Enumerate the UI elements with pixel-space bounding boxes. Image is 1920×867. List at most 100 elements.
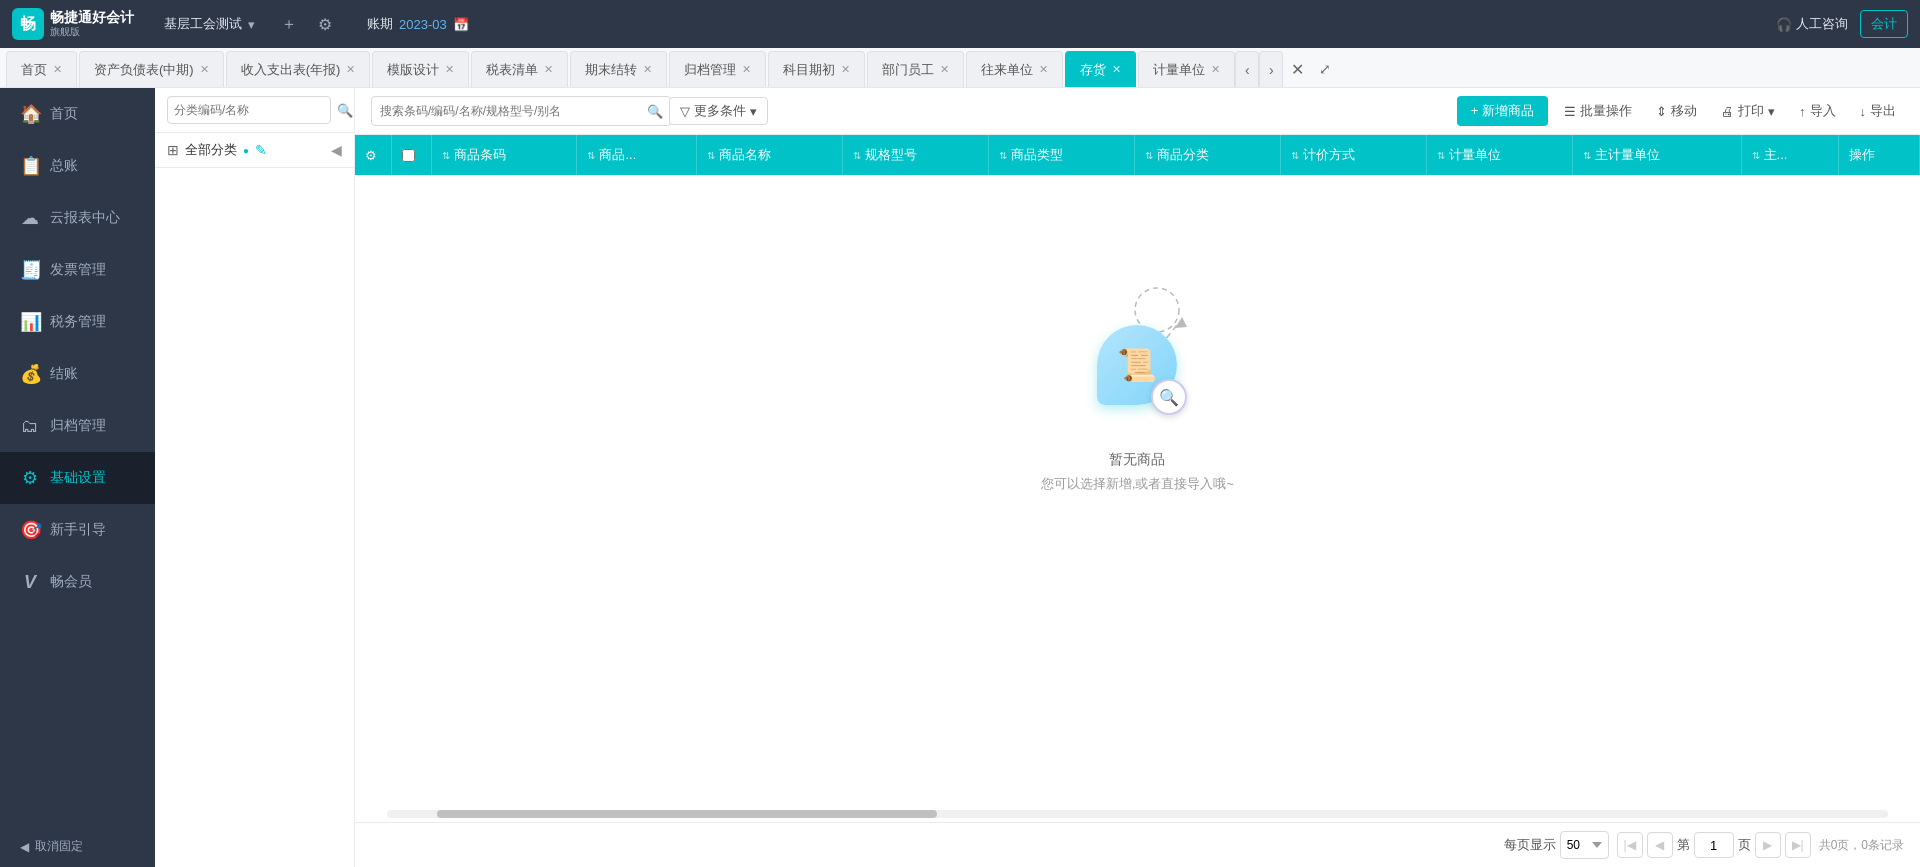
calendar-icon[interactable]: 📅: [453, 17, 469, 32]
th-main-abbr[interactable]: ⇅主...: [1741, 135, 1839, 175]
sidebar-label-basic-settings: 基础设置: [50, 469, 106, 487]
settings-icon[interactable]: ⚙: [311, 10, 339, 38]
th-spec[interactable]: ⇅规格型号: [843, 135, 989, 175]
sidebar-label-close-accounts: 结账: [50, 365, 78, 383]
tab-subjects-close[interactable]: ✕: [841, 63, 850, 76]
sidebar-item-ledger[interactable]: 📋 总账: [0, 140, 155, 192]
sidebar-label-vip: 畅会员: [50, 573, 92, 591]
tab-dept[interactable]: 部门员工 ✕: [867, 51, 964, 87]
add-tab-button[interactable]: ＋: [275, 10, 303, 38]
tab-dept-label: 部门员工: [882, 61, 934, 79]
filter-label: 更多条件: [694, 102, 746, 120]
prev-page-button[interactable]: ◀: [1647, 832, 1673, 858]
kuaiji-button[interactable]: 会计: [1860, 10, 1908, 38]
th-code[interactable]: ⇅商品...: [577, 135, 697, 175]
sidebar-item-tax[interactable]: 📊 税务管理: [0, 296, 155, 348]
sidebar-item-vip[interactable]: V 畅会员: [0, 556, 155, 608]
tab-archive-close[interactable]: ✕: [742, 63, 751, 76]
tab-contacts[interactable]: 往来单位 ✕: [966, 51, 1063, 87]
sidebar-item-basic-settings[interactable]: ⚙ 基础设置: [0, 452, 155, 504]
th-settings[interactable]: ⚙: [355, 135, 391, 175]
horizontal-scrollbar[interactable]: [355, 806, 1920, 822]
next-page-button[interactable]: ▶: [1755, 832, 1781, 858]
th-main-unit[interactable]: ⇅主计量单位: [1573, 135, 1741, 175]
period-area: 账期 2023-03 📅: [367, 15, 469, 33]
tab-archive[interactable]: 归档管理 ✕: [669, 51, 766, 87]
cloud-icon: ☁: [20, 207, 40, 229]
close-accounts-icon: 💰: [20, 363, 40, 385]
sidebar-item-cloud-reports[interactable]: ☁ 云报表中心: [0, 192, 155, 244]
sidebar: 🏠 首页 📋 总账 ☁ 云报表中心 🧾 发票管理 📊 税务管理 💰 结账 🗂 归…: [0, 88, 155, 867]
category-edit-icon[interactable]: ✎: [255, 142, 267, 158]
unpin-button[interactable]: ◀ 取消固定: [0, 826, 155, 867]
search-magnifier-icon[interactable]: 🔍: [647, 104, 663, 119]
select-all-checkbox[interactable]: [402, 149, 415, 162]
right-content: 🔍 ▽ 更多条件 ▾ + 新增商品 ☰ 批量操作: [355, 88, 1920, 867]
page-label: 页: [1738, 836, 1751, 854]
category-search-input[interactable]: [167, 96, 331, 124]
tab-contacts-close[interactable]: ✕: [1039, 63, 1048, 76]
page-number-input[interactable]: [1694, 832, 1734, 858]
tab-tax[interactable]: 税表清单 ✕: [471, 51, 568, 87]
sidebar-item-invoice[interactable]: 🧾 发票管理: [0, 244, 155, 296]
sidebar-item-guide[interactable]: 🎯 新手引导: [0, 504, 155, 556]
th-name[interactable]: ⇅商品名称: [697, 135, 843, 175]
page-size-select: 每页显示 50 100 200: [1504, 831, 1609, 859]
tab-unit-close[interactable]: ✕: [1211, 63, 1220, 76]
tab-income-close[interactable]: ✕: [346, 63, 355, 76]
table-container: ⚙ ⇅商品条码 ⇅商品...: [355, 135, 1920, 806]
tab-inventory[interactable]: 存货 ✕: [1065, 51, 1136, 87]
last-page-button[interactable]: ▶|: [1785, 832, 1811, 858]
batch-operation-button[interactable]: ☰ 批量操作: [1556, 98, 1640, 124]
home-icon: 🏠: [20, 103, 40, 125]
print-button[interactable]: 🖨 打印 ▾: [1713, 98, 1783, 124]
tab-home[interactable]: 首页 ✕: [6, 51, 77, 87]
filter-button[interactable]: ▽ 更多条件 ▾: [669, 97, 768, 125]
import-button[interactable]: ↑ 导入: [1791, 98, 1844, 124]
sidebar-item-home[interactable]: 🏠 首页: [0, 88, 155, 140]
th-type[interactable]: ⇅商品类型: [989, 135, 1135, 175]
sidebar-item-archive[interactable]: 🗂 归档管理: [0, 400, 155, 452]
th-unit[interactable]: ⇅计量单位: [1427, 135, 1573, 175]
company-selector[interactable]: 基层工会测试 ▾: [164, 15, 255, 33]
tab-tax-close[interactable]: ✕: [544, 63, 553, 76]
tab-inventory-close[interactable]: ✕: [1112, 63, 1121, 76]
product-search-input[interactable]: [371, 96, 671, 126]
right-toolbar: 🔍 ▽ 更多条件 ▾ + 新增商品 ☰ 批量操作: [355, 88, 1920, 135]
tab-period-close[interactable]: 期末结转 ✕: [570, 51, 667, 87]
export-button[interactable]: ↓ 导出: [1852, 98, 1905, 124]
period-value[interactable]: 2023-03: [399, 17, 447, 32]
tab-unit[interactable]: 计量单位 ✕: [1138, 51, 1235, 87]
tab-prev-button[interactable]: ‹: [1235, 51, 1259, 87]
tab-next-button[interactable]: ›: [1259, 51, 1283, 87]
first-page-button[interactable]: |◀: [1617, 832, 1643, 858]
tab-template[interactable]: 模版设计 ✕: [372, 51, 469, 87]
archive-icon: 🗂: [20, 416, 40, 437]
th-barcode[interactable]: ⇅商品条码: [431, 135, 577, 175]
tab-income[interactable]: 收入支出表(年报) ✕: [226, 51, 371, 87]
tab-period-close-close[interactable]: ✕: [643, 63, 652, 76]
tab-template-close[interactable]: ✕: [445, 63, 454, 76]
empty-title: 暂无商品: [1109, 451, 1165, 469]
th-price-method[interactable]: ⇅计价方式: [1281, 135, 1427, 175]
th-checkbox[interactable]: [391, 135, 431, 175]
page-size-dropdown[interactable]: 50 100 200: [1560, 831, 1609, 859]
sidebar-item-close-accounts[interactable]: 💰 结账: [0, 348, 155, 400]
consult-button[interactable]: 🎧 人工咨询: [1776, 15, 1848, 33]
sort-icon-10: ⇅: [1752, 150, 1760, 161]
tab-maximize-button[interactable]: ⤢: [1311, 51, 1339, 87]
tab-home-close[interactable]: ✕: [53, 63, 62, 76]
category-search-icon[interactable]: 🔍: [337, 103, 353, 118]
tab-balance-sheet-close[interactable]: ✕: [200, 63, 209, 76]
category-all-label[interactable]: 全部分类: [185, 141, 237, 159]
tab-balance-sheet[interactable]: 资产负债表(中期) ✕: [79, 51, 224, 87]
company-dropdown-icon[interactable]: ▾: [248, 17, 255, 32]
tab-subjects[interactable]: 科目期初 ✕: [768, 51, 865, 87]
scrollbar-thumb[interactable]: [437, 810, 937, 818]
add-product-button[interactable]: + 新增商品: [1457, 96, 1548, 126]
tab-dept-close[interactable]: ✕: [940, 63, 949, 76]
th-category[interactable]: ⇅商品分类: [1135, 135, 1281, 175]
tab-close-all-button[interactable]: ✕: [1283, 51, 1311, 87]
category-collapse-icon[interactable]: ◀: [331, 142, 342, 158]
move-button[interactable]: ⇕ 移动: [1648, 98, 1705, 124]
